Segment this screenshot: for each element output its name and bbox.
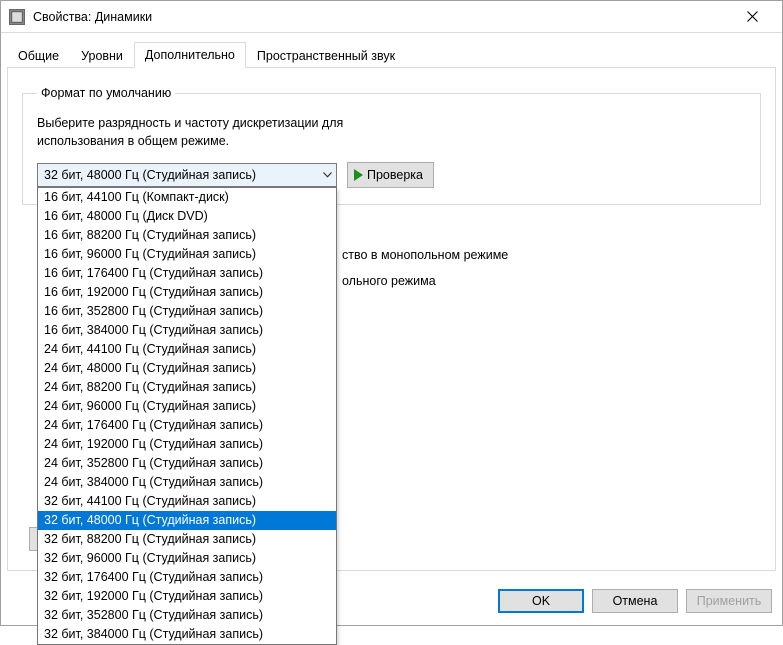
- dropdown-item[interactable]: 32 бит, 48000 Гц (Студийная запись): [38, 511, 336, 530]
- window-title: Свойства: Динамики: [33, 10, 152, 24]
- dropdown-item[interactable]: 16 бит, 352800 Гц (Студийная запись): [38, 302, 336, 321]
- dialog-footer: OK Отмена Применить: [498, 589, 772, 613]
- dropdown-item[interactable]: 32 бит, 176400 Гц (Студийная запись): [38, 568, 336, 587]
- dropdown-item[interactable]: 16 бит, 88200 Гц (Студийная запись): [38, 226, 336, 245]
- group-legend: Формат по умолчанию: [37, 86, 175, 100]
- combo-value: 32 бит, 48000 Гц (Студийная запись): [38, 168, 318, 182]
- dropdown-item[interactable]: 16 бит, 192000 Гц (Студийная запись): [38, 283, 336, 302]
- dropdown-item[interactable]: 24 бит, 192000 Гц (Студийная запись): [38, 435, 336, 454]
- dropdown-item[interactable]: 16 бит, 176400 Гц (Студийная запись): [38, 264, 336, 283]
- tab-spatial[interactable]: Пространственный звук: [246, 43, 406, 68]
- chevron-down-icon[interactable]: [318, 164, 336, 186]
- test-button[interactable]: Проверка: [347, 162, 434, 188]
- dropdown-item[interactable]: 24 бит, 44100 Гц (Студийная запись): [38, 340, 336, 359]
- dropdown-item[interactable]: 24 бит, 352800 Гц (Студийная запись): [38, 454, 336, 473]
- tab-levels[interactable]: Уровни: [70, 43, 134, 68]
- dropdown-item[interactable]: 24 бит, 88200 Гц (Студийная запись): [38, 378, 336, 397]
- format-dropdown-list[interactable]: 16 бит, 44100 Гц (Компакт-диск)16 бит, 4…: [37, 187, 337, 645]
- dropdown-item[interactable]: 16 бит, 96000 Гц (Студийная запись): [38, 245, 336, 264]
- tab-advanced[interactable]: Дополнительно: [134, 42, 246, 68]
- exclusive-mode-text-fragment-1: ство в монопольном режиме: [342, 248, 508, 262]
- dropdown-item[interactable]: 24 бит, 48000 Гц (Студийная запись): [38, 359, 336, 378]
- dropdown-item[interactable]: 32 бит, 384000 Гц (Студийная запись): [38, 625, 336, 644]
- titlebar: Свойства: Динамики: [1, 1, 782, 33]
- dropdown-item[interactable]: 32 бит, 352800 Гц (Студийная запись): [38, 606, 336, 625]
- dropdown-item[interactable]: 24 бит, 384000 Гц (Студийная запись): [38, 473, 336, 492]
- dropdown-item[interactable]: 16 бит, 384000 Гц (Студийная запись): [38, 321, 336, 340]
- cancel-button[interactable]: Отмена: [592, 589, 678, 613]
- format-combobox[interactable]: 32 бит, 48000 Гц (Студийная запись): [37, 163, 337, 187]
- close-button[interactable]: [730, 2, 774, 32]
- dropdown-item[interactable]: 32 бит, 44100 Гц (Студийная запись): [38, 492, 336, 511]
- dropdown-item[interactable]: 24 бит, 96000 Гц (Студийная запись): [38, 397, 336, 416]
- dropdown-item[interactable]: 24 бит, 176400 Гц (Студийная запись): [38, 416, 336, 435]
- apply-button[interactable]: Применить: [686, 589, 772, 613]
- dropdown-item[interactable]: 32 бит, 96000 Гц (Студийная запись): [38, 549, 336, 568]
- group-description: Выберите разрядность и частоту дискретиз…: [37, 114, 746, 150]
- dropdown-item[interactable]: 16 бит, 48000 Гц (Диск DVD): [38, 207, 336, 226]
- dropdown-item[interactable]: 32 бит, 192000 Гц (Студийная запись): [38, 587, 336, 606]
- properties-window: Свойства: Динамики Общие Уровни Дополнит…: [0, 0, 783, 626]
- tab-general[interactable]: Общие: [7, 43, 70, 68]
- speaker-icon: [9, 9, 25, 25]
- dropdown-item[interactable]: 32 бит, 88200 Гц (Студийная запись): [38, 530, 336, 549]
- play-icon: [354, 169, 363, 181]
- exclusive-mode-text-fragment-2: ольного режима: [342, 274, 436, 288]
- dropdown-item[interactable]: 16 бит, 44100 Гц (Компакт-диск): [38, 188, 336, 207]
- tabstrip: Общие Уровни Дополнительно Пространствен…: [1, 39, 782, 67]
- ok-button[interactable]: OK: [498, 589, 584, 613]
